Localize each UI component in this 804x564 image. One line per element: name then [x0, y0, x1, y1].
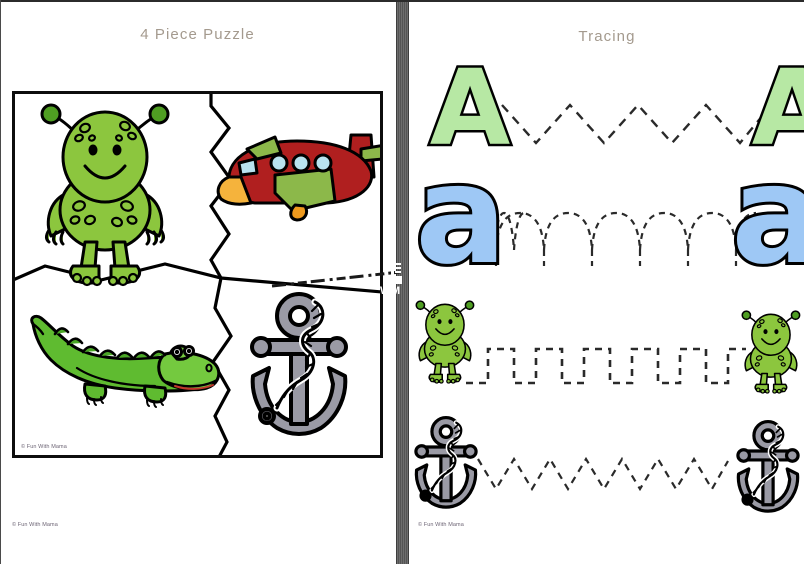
- page-title-tracing: Tracing: [578, 28, 636, 45]
- letter-a-lowercase-right: a: [728, 134, 804, 298]
- puzzle-piece-alligator[interactable]: [25, 302, 225, 408]
- page-title-puzzle: 4 Piece Puzzle: [140, 26, 255, 43]
- alligator-icon: [30, 314, 221, 408]
- letter-a-lowercase-left: a: [412, 134, 510, 298]
- puzzle-box[interactable]: © Fun With Mama: [12, 91, 383, 458]
- anchor-left: [410, 415, 482, 511]
- anchor-right: [732, 419, 804, 515]
- alien-icon: [415, 300, 475, 384]
- left-page: 4 Piece Puzzle © Fun With Mama © Fun Wit…: [1, 2, 394, 564]
- left-page-copyright: © Fun With Mama: [12, 522, 58, 528]
- alien-icon: [40, 103, 170, 287]
- airplane-icon: [216, 133, 380, 222]
- alien-right: [740, 303, 804, 403]
- puzzle-piece-anchor[interactable]: [243, 290, 355, 440]
- tracing-row-alien[interactable]: [410, 293, 804, 399]
- puzzle-piece-alien[interactable]: [37, 102, 182, 292]
- screenshot-root: 4 Piece Puzzle © Fun With Mama © Fun Wit…: [0, 0, 804, 564]
- anchor-icon: [414, 415, 478, 509]
- right-page: Tracing A A A A: [410, 2, 804, 564]
- anchor-icon: [736, 419, 800, 513]
- tracing-row-lowercase-a[interactable]: a a a a: [410, 134, 804, 298]
- tracing-row-anchor[interactable]: [410, 413, 804, 519]
- puzzle-box-copyright: © Fun With Mama: [21, 444, 67, 450]
- svg-text:a: a: [731, 137, 804, 295]
- right-page-copyright: © Fun With Mama: [418, 522, 464, 528]
- alien-icon: [741, 310, 801, 394]
- alien-left: [414, 293, 480, 393]
- puzzle-piece-airplane[interactable]: [211, 119, 380, 224]
- center-scrollbar[interactable]: [396, 2, 409, 564]
- anchor-icon: [250, 292, 348, 436]
- svg-text:a: a: [415, 137, 507, 295]
